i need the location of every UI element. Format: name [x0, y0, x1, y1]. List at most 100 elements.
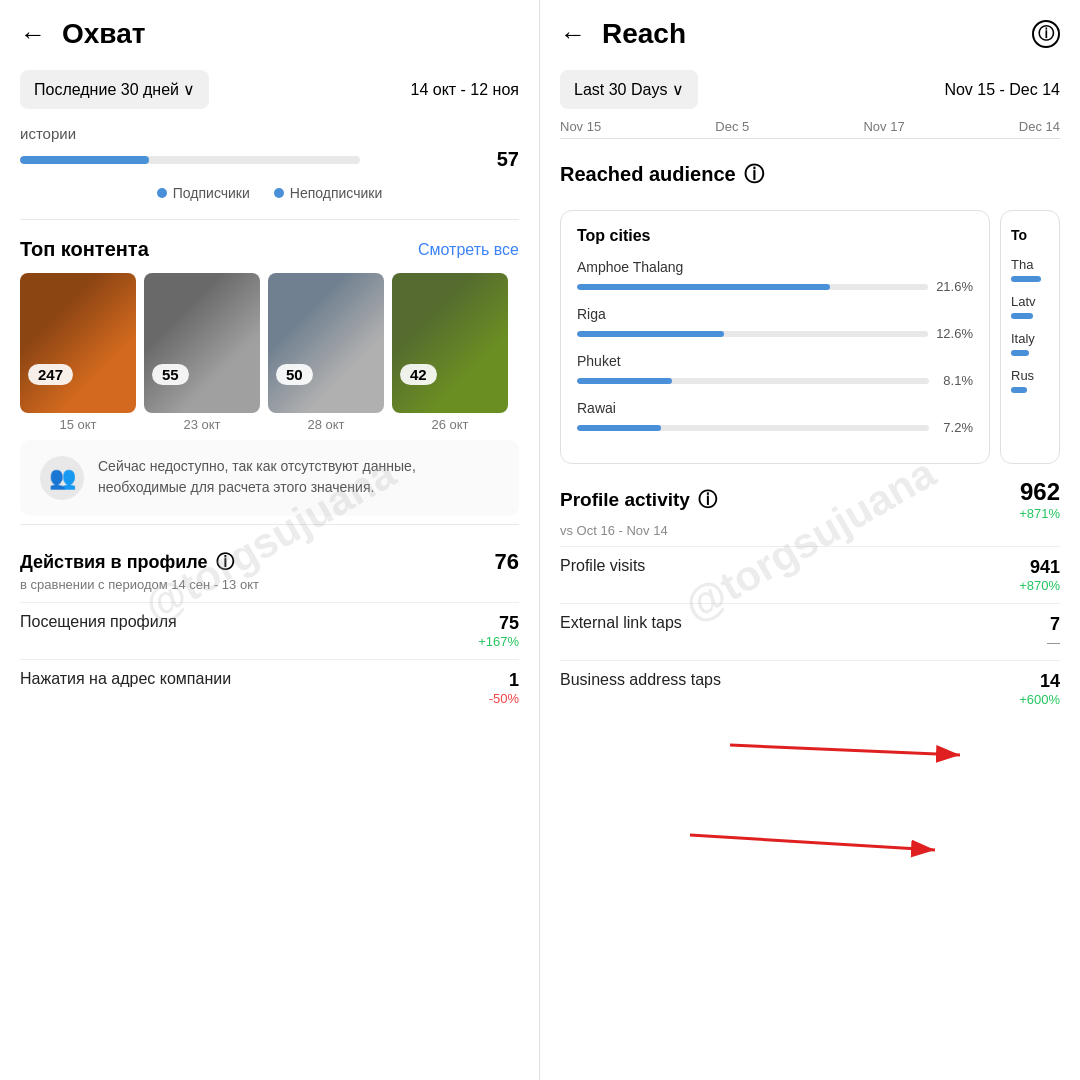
left-header: ← Охват — [0, 0, 539, 60]
top-content-title: Топ контента — [20, 238, 149, 261]
city-name-2: Phuket — [577, 353, 973, 369]
city-bar-container-1: 12.6% — [577, 326, 973, 341]
right-panel: ← Reach ⓘ Last 30 Days ∨ Nov 15 - Dec 14… — [540, 0, 1080, 1080]
left-back-button[interactable]: ← — [20, 19, 46, 50]
right-stat-change-0: +870% — [1019, 578, 1060, 593]
right-date-filter-button[interactable]: Last 30 Days ∨ — [560, 70, 698, 109]
legend-dot-subscribers — [157, 188, 167, 198]
photo-col-2: 50 28 окт — [268, 273, 384, 432]
right-stat-values-2: 14 +600% — [1019, 671, 1060, 707]
stories-bar-outer — [20, 156, 360, 164]
photo-item-2[interactable]: 50 — [268, 273, 384, 413]
right-stat-label-0: Profile visits — [560, 557, 645, 575]
left-profile-value: 76 — [495, 549, 519, 575]
partial-city-bar-3 — [1011, 387, 1027, 393]
partial-city-bar-0 — [1011, 276, 1041, 282]
left-stat-number-1: 1 — [489, 670, 519, 691]
city-bar-inner-3 — [577, 425, 661, 431]
left-panel: ← Охват Последние 30 дней ∨ 14 окт - 12 … — [0, 0, 540, 1080]
photo-badge-0: 247 — [28, 364, 73, 385]
city-bar-outer-2 — [577, 378, 929, 384]
unavailable-text: Сейчас недоступно, так как отсутствуют д… — [98, 456, 499, 498]
photo-item-0[interactable]: 247 — [20, 273, 136, 413]
cities-row: Top cities Amphoe Thalang 21.6% Riga — [540, 210, 1080, 464]
right-info-icon[interactable]: ⓘ — [1032, 20, 1060, 48]
right-stat-change-1: — — [1047, 635, 1060, 650]
chart-divider — [560, 138, 1060, 139]
divider-2 — [20, 524, 519, 525]
partial-city-1: Latv — [1011, 294, 1049, 319]
right-header: ← Reach ⓘ — [540, 0, 1080, 60]
right-stat-label-1: External link taps — [560, 614, 682, 632]
top-content-header: Топ контента Смотреть все — [0, 228, 539, 269]
chart-label-1: Dec 5 — [715, 119, 749, 134]
partial-card: To Tha Latv Italy Rus — [1000, 210, 1060, 464]
chart-label-3: Dec 14 — [1019, 119, 1060, 134]
photo-badge-1: 55 — [152, 364, 189, 385]
city-pct-2: 8.1% — [937, 373, 973, 388]
city-bar-inner-0 — [577, 284, 830, 290]
reached-info-icon[interactable]: ⓘ — [744, 161, 764, 188]
photo-date-1: 23 окт — [183, 417, 220, 432]
right-stat-row-0: Profile visits 941 +870% — [560, 546, 1060, 603]
city-name-3: Rawai — [577, 400, 973, 416]
right-stat-label-2: Business address taps — [560, 671, 721, 689]
partial-city-name-3: Rus — [1011, 368, 1049, 383]
partial-city-bar-1 — [1011, 313, 1033, 319]
city-bar-container-0: 21.6% — [577, 279, 973, 294]
legend-non-subscribers: Неподписчики — [274, 185, 382, 201]
left-filter-row: Последние 30 дней ∨ 14 окт - 12 ноя — [0, 60, 539, 115]
photo-date-3: 26 окт — [431, 417, 468, 432]
legend-subscribers-label: Подписчики — [173, 185, 250, 201]
pa-sub: vs Oct 16 - Nov 14 — [560, 523, 1060, 538]
photo-badge-2: 50 — [276, 364, 313, 385]
left-profile-title-text: Действия в профиле — [20, 552, 208, 573]
stories-bar-container: 57 — [20, 148, 519, 171]
legend-dot-non-subscribers — [274, 188, 284, 198]
photo-date-2: 28 окт — [307, 417, 344, 432]
city-bar-outer-1 — [577, 331, 928, 337]
photo-date-0: 15 окт — [59, 417, 96, 432]
right-profile-activity: Profile activity ⓘ 962 +871% vs Oct 16 -… — [540, 464, 1080, 723]
photo-item-3[interactable]: 42 — [392, 273, 508, 413]
partial-city-name-1: Latv — [1011, 294, 1049, 309]
partial-city-3: Rus — [1011, 368, 1049, 393]
right-stat-values-0: 941 +870% — [1019, 557, 1060, 593]
pa-info-icon[interactable]: ⓘ — [698, 487, 717, 513]
right-back-button[interactable]: ← — [560, 19, 586, 50]
left-date-filter-button[interactable]: Последние 30 дней ∨ — [20, 70, 209, 109]
right-stat-change-2: +600% — [1019, 692, 1060, 707]
left-profile-section: Действия в профиле ⓘ 76 в сравнении с пе… — [0, 533, 539, 722]
reached-section: Reached audience ⓘ — [540, 147, 1080, 210]
photo-item-1[interactable]: 55 — [144, 273, 260, 413]
left-stat-change-0: +167% — [478, 634, 519, 649]
see-all-link[interactable]: Смотреть все — [418, 241, 519, 259]
reached-title: Reached audience ⓘ — [560, 161, 1060, 188]
svg-line-3 — [690, 835, 935, 850]
city-pct-3: 7.2% — [937, 420, 973, 435]
reached-title-text: Reached audience — [560, 163, 736, 186]
left-stat-number-0: 75 — [478, 613, 519, 634]
svg-line-2 — [730, 745, 960, 755]
city-row-1: Riga 12.6% — [577, 306, 973, 341]
left-stat-label-0: Посещения профиля — [20, 613, 177, 631]
partial-city-2: Italy — [1011, 331, 1049, 356]
stories-value: 57 — [497, 148, 519, 171]
left-profile-info-icon[interactable]: ⓘ — [216, 550, 234, 574]
photo-col-0: 247 15 окт — [20, 273, 136, 432]
city-row-2: Phuket 8.1% — [577, 353, 973, 388]
left-profile-sub: в сравнении с периодом 14 сен - 13 окт — [20, 577, 519, 592]
cities-card-title: Top cities — [577, 227, 973, 245]
stories-label: истории — [20, 125, 519, 142]
pa-change: +871% — [1019, 506, 1060, 521]
right-chart-axis: Nov 15 Dec 5 Nov 17 Dec 14 — [540, 115, 1080, 138]
left-stat-row-0: Посещения профиля 75 +167% — [20, 602, 519, 659]
partial-city-0: Tha — [1011, 257, 1049, 282]
city-bar-outer-3 — [577, 425, 929, 431]
legend-non-subscribers-label: Неподписчики — [290, 185, 382, 201]
right-filter-row: Last 30 Days ∨ Nov 15 - Dec 14 — [540, 60, 1080, 115]
right-stat-row-1: External link taps 7 — — [560, 603, 1060, 660]
left-profile-header: Действия в профиле ⓘ 76 — [20, 549, 519, 575]
pa-value: 962 — [1019, 478, 1060, 506]
left-date-range: 14 окт - 12 ноя — [410, 81, 519, 99]
